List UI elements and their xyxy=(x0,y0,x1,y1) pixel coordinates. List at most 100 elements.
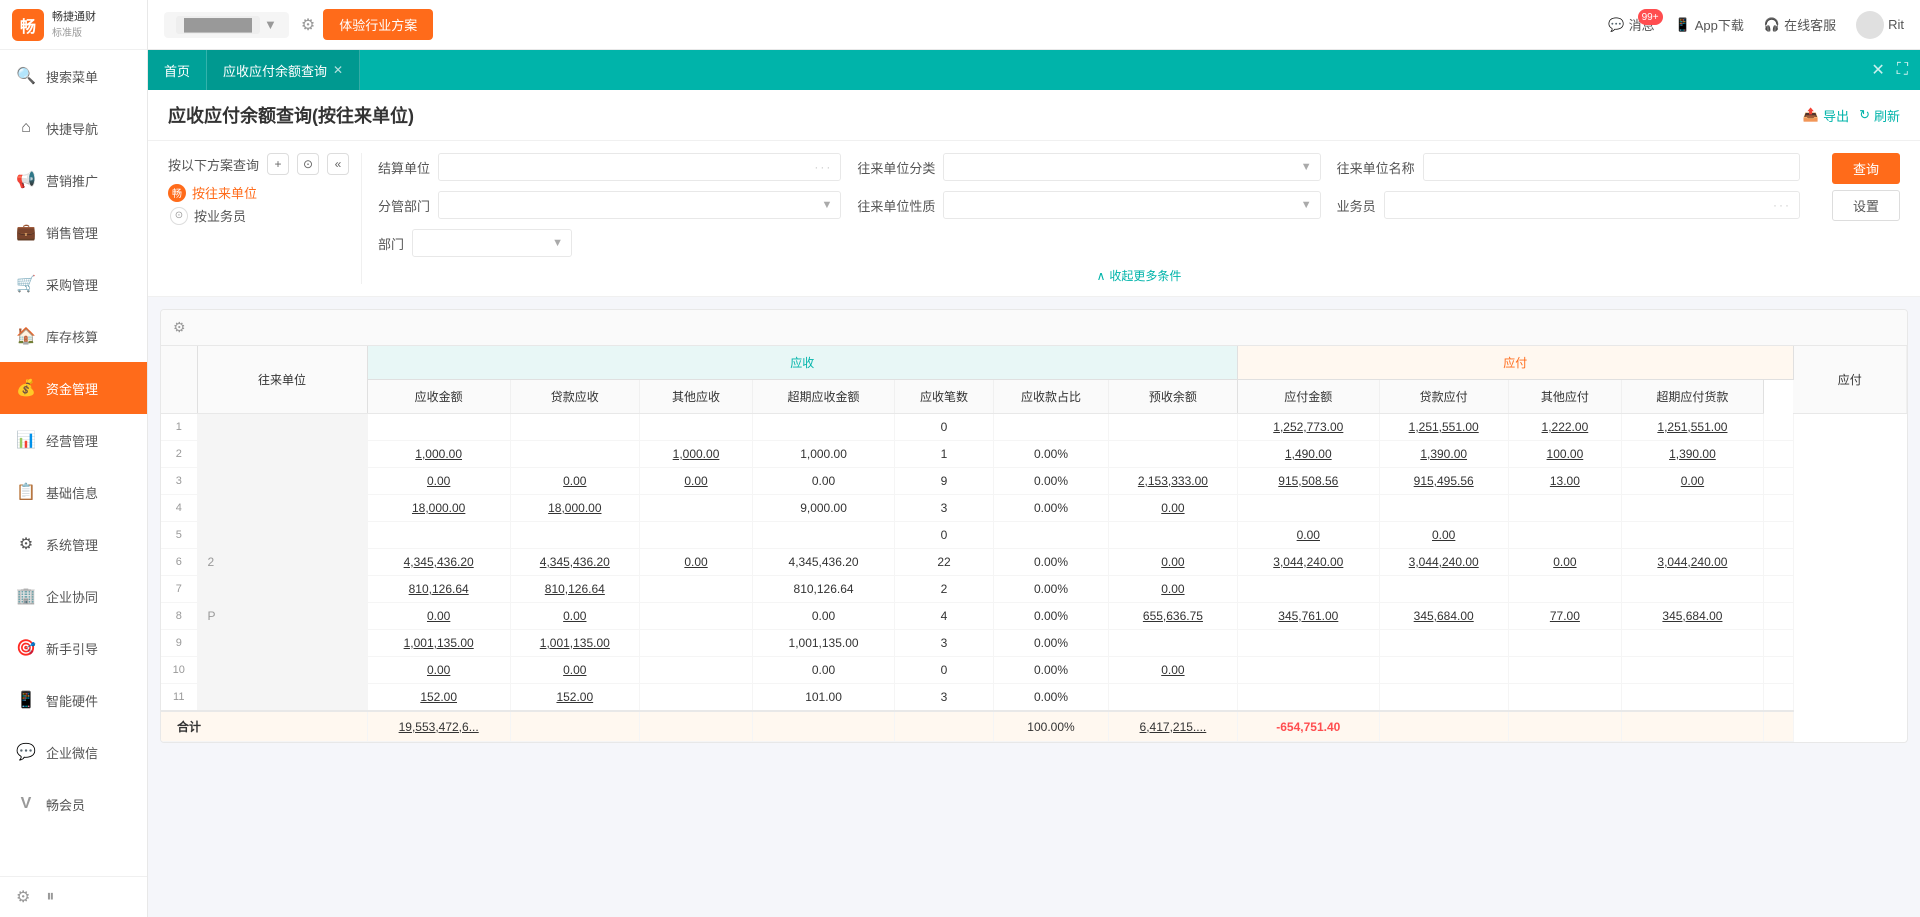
partner-category-input[interactable]: ▼ xyxy=(943,153,1320,181)
settings-button[interactable]: 设置 xyxy=(1832,190,1900,221)
table-row: 91,001,135.001,001,135.001,001,135.0030.… xyxy=(161,630,1907,657)
sidebar-item-search-menu[interactable]: 🔍 搜索菜单 xyxy=(0,50,147,102)
tab-expand-icon[interactable]: ⛶ xyxy=(1897,61,1908,79)
settings-gear-icon[interactable]: ⚙ xyxy=(301,15,315,35)
partner-nature-input[interactable]: ▼ xyxy=(943,191,1320,219)
col-ar-ratio: 应收款占比 xyxy=(994,380,1109,414)
sidebar-item-hardware[interactable]: 📱 智能硬件 xyxy=(0,674,147,726)
tab-bar: 首页 应收应付余额查询 ✕ ✕ ⛶ xyxy=(148,50,1920,90)
add-scheme-button[interactable]: + xyxy=(267,153,289,175)
settlement-unit-input[interactable]: ··· xyxy=(438,153,841,181)
enterprise-icon: 🏢 xyxy=(16,586,36,606)
promo-button[interactable]: 体验行业方案 xyxy=(323,9,433,40)
col-ar-amount: 应收金额 xyxy=(367,380,510,414)
collapse-button[interactable]: ∧ 收起更多条件 xyxy=(378,267,1900,284)
base-info-icon: 📋 xyxy=(16,482,36,502)
sidebar-item-marketing[interactable]: 📢 营销推广 xyxy=(0,154,147,206)
footer-ar-count xyxy=(894,711,993,742)
app-icon: 📱 xyxy=(1675,17,1691,33)
dept-manager-input[interactable]: ▼ xyxy=(438,191,841,219)
hardware-icon: 📱 xyxy=(16,690,36,710)
search-menu-icon: 🔍 xyxy=(16,66,36,86)
salesperson-label: 业务员 xyxy=(1337,196,1376,215)
company-selector[interactable]: ████████ ▼ xyxy=(164,12,289,38)
footer-ar-other xyxy=(639,711,752,742)
footer-ap-overdue xyxy=(1622,711,1764,742)
member-icon: V xyxy=(16,795,36,813)
partner-nature-label: 往来单位性质 xyxy=(857,196,935,215)
export-button[interactable]: 📤 导出 xyxy=(1803,106,1849,125)
by-partner-icon: 畅 xyxy=(168,184,186,202)
footer-ap-other xyxy=(1508,711,1621,742)
salesperson-input[interactable]: ··· xyxy=(1384,191,1800,219)
tab-home-label: 首页 xyxy=(164,61,190,80)
sidebar-item-quick-nav[interactable]: ⌂ 快捷导航 xyxy=(0,102,147,154)
header-breadcrumb: ████████ ▼ ⚙ 体验行业方案 xyxy=(164,9,1596,40)
tab-close-all-icon[interactable]: ✕ xyxy=(1871,60,1884,80)
footer-ar-loan xyxy=(510,711,639,742)
pause-bottom-icon[interactable]: ⏸ xyxy=(46,888,54,906)
tab-close-icon[interactable]: ✕ xyxy=(333,63,343,77)
sidebar-item-inventory[interactable]: 🏠 库存核算 xyxy=(0,310,147,362)
sidebar-item-enterprise[interactable]: 🏢 企业协同 xyxy=(0,570,147,622)
finance-icon: 💰 xyxy=(16,378,36,398)
quick-nav-icon: ⌂ xyxy=(16,119,36,137)
table-row: 100.000.000.0000.00%0.00 xyxy=(161,657,1907,684)
option-by-partner[interactable]: 畅 按往来单位 xyxy=(168,183,349,202)
online-service-button[interactable]: 🎧 在线客服 xyxy=(1764,15,1836,34)
table-row: 30.000.000.000.0090.00%2,153,333.00915,5… xyxy=(161,468,1907,495)
sidebar-item-guide[interactable]: 🎯 新手引导 xyxy=(0,622,147,674)
sidebar-item-system[interactable]: ⚙ 系统管理 xyxy=(0,518,147,570)
sidebar-item-member[interactable]: V 畅会员 xyxy=(0,778,147,830)
table-toolbar: ⚙ xyxy=(161,310,1907,346)
col-ap-loan: 贷款应付 xyxy=(1379,380,1508,414)
message-button[interactable]: 💬 消息 99+ xyxy=(1608,15,1654,34)
logo-icon: 畅 xyxy=(12,9,44,41)
settings-bottom-icon[interactable]: ⚙ xyxy=(16,887,30,907)
scheme-collapse-icon[interactable]: « xyxy=(327,153,349,175)
col-ar-prepay: 预收余额 xyxy=(1108,380,1237,414)
table-row: 7810,126.64810,126.64810,126.6420.00%0.0… xyxy=(161,576,1907,603)
marketing-icon: 📢 xyxy=(16,170,36,190)
tab-bar-right: ✕ ⛶ xyxy=(1859,50,1920,90)
col-ap-overdue: 超期应付货款 xyxy=(1622,380,1764,414)
partner-name-input[interactable] xyxy=(1423,153,1800,181)
department-input[interactable]: ▼ xyxy=(412,229,572,257)
data-table-wrap: ⚙ 往来单位 应收 应付 应付 应收金额 贷款应收 xyxy=(160,309,1908,743)
username-label: Rit xyxy=(1888,17,1904,32)
inventory-icon: 🏠 xyxy=(16,326,36,346)
system-icon: ⚙ xyxy=(16,534,36,554)
app-download-button[interactable]: 📱 App下载 xyxy=(1675,15,1744,34)
footer-ap-amount: -654,751.40 xyxy=(1237,711,1379,742)
user-menu[interactable]: Rit xyxy=(1856,11,1904,39)
sidebar-item-finance[interactable]: 💰 资金管理 xyxy=(0,362,147,414)
sidebar-item-operations[interactable]: 📊 经营管理 xyxy=(0,414,147,466)
footer-ar-overdue xyxy=(753,711,895,742)
query-button[interactable]: 查询 xyxy=(1832,153,1900,184)
wechat-icon: 💬 xyxy=(16,742,36,762)
option-by-staff[interactable]: ⊙ 按业务员 xyxy=(170,206,349,225)
avatar xyxy=(1856,11,1884,39)
table-row: 8P0.000.000.0040.00%655,636.75345,761.00… xyxy=(161,603,1907,630)
tab-home[interactable]: 首页 xyxy=(148,50,207,90)
by-staff-icon: ⊙ xyxy=(170,207,188,225)
table-body: 101,252,773.001,251,551.001,222.001,251,… xyxy=(161,414,1907,712)
sidebar-item-purchase[interactable]: 🛒 采购管理 xyxy=(0,258,147,310)
tab-ar-balance[interactable]: 应收应付余额查询 ✕ xyxy=(207,50,360,90)
footer-ar-prepay[interactable]: 6,417,215.... xyxy=(1108,711,1237,742)
sidebar-item-sales[interactable]: 💼 销售管理 xyxy=(0,206,147,258)
scheme-settings-icon[interactable]: ⊙ xyxy=(297,153,319,175)
sidebar-item-base-info[interactable]: 📋 基础信息 xyxy=(0,466,147,518)
top-header: ████████ ▼ ⚙ 体验行业方案 💬 消息 99+ 📱 App下载 🎧 在… xyxy=(148,0,1920,50)
search-area: 按以下方案查询 + ⊙ « 畅 按往来单位 ⊙ 按业务员 xyxy=(148,141,1920,297)
sidebar-item-wechat[interactable]: 💬 企业微信 xyxy=(0,726,147,778)
logo-text: 畅捷通财 标准版 xyxy=(52,10,96,39)
refresh-icon: ↻ xyxy=(1859,107,1870,123)
table-row: 101,252,773.001,251,551.001,222.001,251,… xyxy=(161,414,1907,441)
collapse-icon: ∧ xyxy=(1097,269,1106,283)
footer-ar-amount[interactable]: 19,553,472,6... xyxy=(367,711,510,742)
message-icon: 💬 xyxy=(1608,17,1624,33)
refresh-button[interactable]: ↻ 刷新 xyxy=(1859,106,1900,125)
guide-icon: 🎯 xyxy=(16,638,36,658)
table-settings-icon[interactable]: ⚙ xyxy=(173,319,186,336)
